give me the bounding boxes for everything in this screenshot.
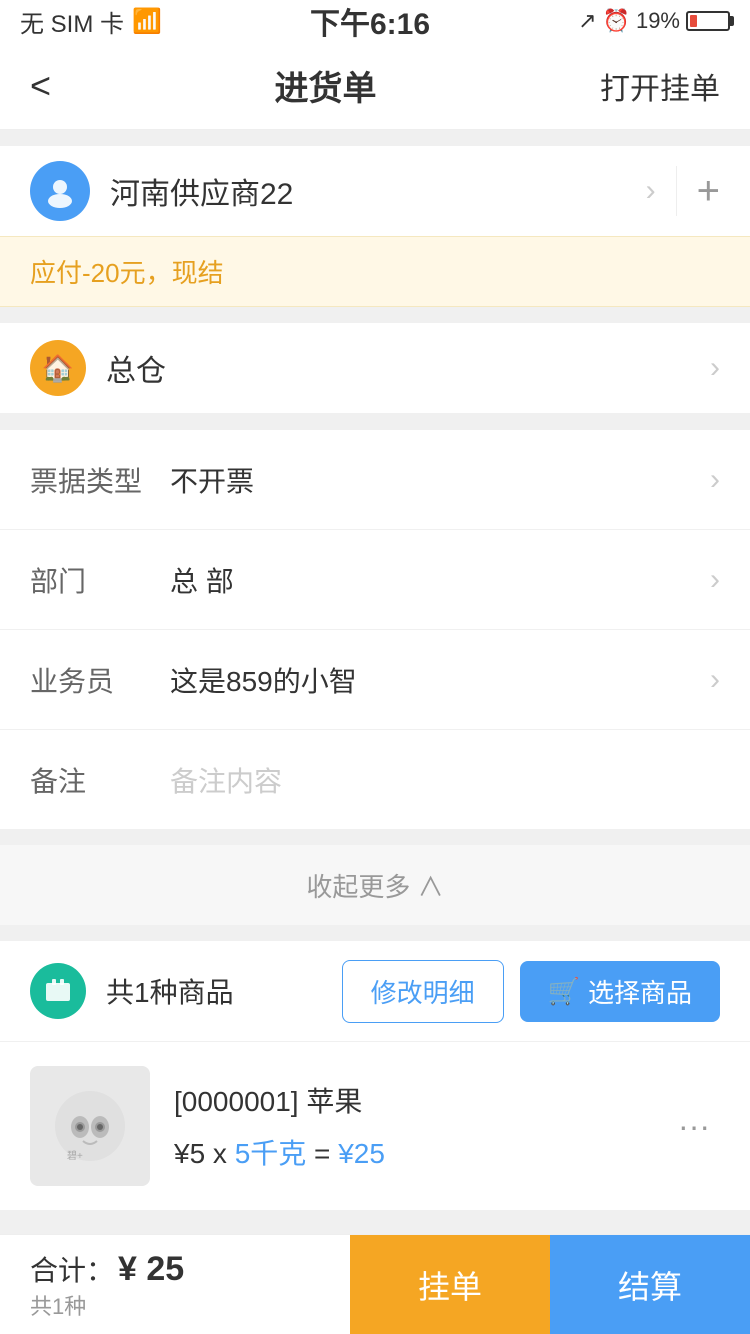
product-code: [0000001] bbox=[174, 1086, 306, 1117]
total-count: 共1种 bbox=[30, 1289, 320, 1321]
product-title: 苹果 bbox=[306, 1086, 362, 1117]
warehouse-row[interactable]: 🏠 总仓 › bbox=[0, 323, 750, 413]
warehouse-name: 总仓 bbox=[106, 346, 710, 390]
add-supplier-button[interactable]: + bbox=[697, 169, 720, 214]
checkout-button[interactable]: 结算 bbox=[550, 1235, 750, 1334]
sim-label: 无 SIM 卡 bbox=[20, 4, 124, 39]
status-time: 下午6:16 bbox=[310, 0, 430, 43]
hang-label: 挂单 bbox=[418, 1262, 482, 1308]
products-section: 共1种商品 修改明细 🛒 选择商品 碧+ [0000001] 苹果 bbox=[0, 941, 750, 1210]
page-title: 进货单 bbox=[275, 61, 377, 110]
warehouse-icon: 🏠 bbox=[30, 340, 86, 396]
products-header: 共1种商品 修改明细 🛒 选择商品 bbox=[0, 941, 750, 1041]
invoice-row[interactable]: 票据类型 不开票 › bbox=[0, 429, 750, 529]
cart-icon: 🛒 bbox=[548, 976, 580, 1007]
dept-label: 部门 bbox=[30, 560, 150, 600]
warehouse-chevron-icon: › bbox=[710, 351, 720, 385]
status-left: 无 SIM 卡 📶 bbox=[20, 4, 162, 39]
products-count: 共1种商品 bbox=[106, 971, 342, 1011]
wifi-icon: 📶 bbox=[132, 7, 162, 36]
supplier-avatar bbox=[30, 161, 90, 221]
select-product-label: 选择商品 bbox=[588, 973, 692, 1010]
select-product-button[interactable]: 🛒 选择商品 bbox=[520, 961, 720, 1022]
product-price-row: ¥5 x 5千克 = ¥25 bbox=[174, 1132, 668, 1172]
salesman-label: 业务员 bbox=[30, 660, 150, 700]
product-info: [0000001] 苹果 ¥5 x 5千克 = ¥25 bbox=[174, 1080, 668, 1172]
product-eq: = bbox=[306, 1138, 338, 1169]
product-total: ¥25 bbox=[338, 1138, 385, 1169]
invoice-chevron-icon: › bbox=[710, 463, 720, 497]
alarm-icon: ⏰ bbox=[603, 8, 630, 34]
checkout-label: 结算 bbox=[618, 1262, 682, 1308]
invoice-label: 票据类型 bbox=[30, 460, 150, 500]
invoice-value: 不开票 bbox=[150, 460, 710, 500]
supplier-divider bbox=[676, 166, 677, 216]
product-unit-price: ¥5 x bbox=[174, 1138, 235, 1169]
remark-row[interactable]: 备注 备注内容 bbox=[0, 729, 750, 829]
total-label: 合计： bbox=[30, 1249, 114, 1289]
spacer1 bbox=[0, 130, 750, 146]
status-right: ↗ ⏰ 19% bbox=[578, 8, 730, 34]
battery-fill bbox=[690, 15, 697, 27]
product-thumbnail: 碧+ bbox=[30, 1066, 150, 1186]
footer: 合计： ¥ 25 共1种 挂单 结算 bbox=[0, 1234, 750, 1334]
nav-bar: < 进货单 打开挂单 bbox=[0, 42, 750, 130]
remark-label: 备注 bbox=[30, 760, 150, 800]
location-icon: ↗ bbox=[578, 8, 596, 34]
total-amount: ¥ 25 bbox=[118, 1250, 184, 1289]
dept-value: 总 部 bbox=[150, 560, 710, 600]
supplier-section: 河南供应商22 › + 应付-20元，现结 bbox=[0, 146, 750, 307]
form-section: 票据类型 不开票 › 部门 总 部 › 业务员 这是859的小智 › 备注 备注… bbox=[0, 429, 750, 829]
salesman-value: 这是859的小智 bbox=[150, 660, 710, 700]
footer-total: 合计： ¥ 25 共1种 bbox=[0, 1249, 350, 1321]
supplier-row[interactable]: 河南供应商22 › + bbox=[0, 146, 750, 236]
product-name: [0000001] 苹果 bbox=[174, 1080, 668, 1120]
supplier-name: 河南供应商22 bbox=[110, 169, 646, 213]
battery-icon bbox=[686, 11, 730, 31]
status-bar: 无 SIM 卡 📶 下午6:16 ↗ ⏰ 19% bbox=[0, 0, 750, 42]
products-icon bbox=[30, 963, 86, 1019]
remark-input[interactable]: 备注内容 bbox=[150, 760, 720, 800]
battery-pct: 19% bbox=[636, 8, 680, 34]
salesman-chevron-icon: › bbox=[710, 663, 720, 697]
product-qty: 5千克 bbox=[235, 1138, 307, 1169]
dept-row[interactable]: 部门 总 部 › bbox=[0, 529, 750, 629]
dept-chevron-icon: › bbox=[710, 563, 720, 597]
hang-button[interactable]: 挂单 bbox=[350, 1235, 550, 1334]
back-button[interactable]: < bbox=[30, 65, 51, 107]
modify-detail-button[interactable]: 修改明细 bbox=[342, 960, 504, 1023]
open-hang-button[interactable]: 打开挂单 bbox=[600, 64, 720, 108]
svg-text:碧+: 碧+ bbox=[67, 1150, 83, 1161]
product-item: 碧+ [0000001] 苹果 ¥5 x 5千克 = ¥25 ··· bbox=[0, 1041, 750, 1210]
product-more-button[interactable]: ··· bbox=[668, 1098, 720, 1155]
supplier-chevron-icon: › bbox=[646, 174, 656, 208]
salesman-row[interactable]: 业务员 这是859的小智 › bbox=[0, 629, 750, 729]
collapse-label: 收起更多 ∧ bbox=[306, 867, 443, 904]
supplier-notice: 应付-20元，现结 bbox=[0, 236, 750, 307]
collapse-button[interactable]: 收起更多 ∧ bbox=[0, 845, 750, 925]
warehouse-section: 🏠 总仓 › bbox=[0, 323, 750, 413]
